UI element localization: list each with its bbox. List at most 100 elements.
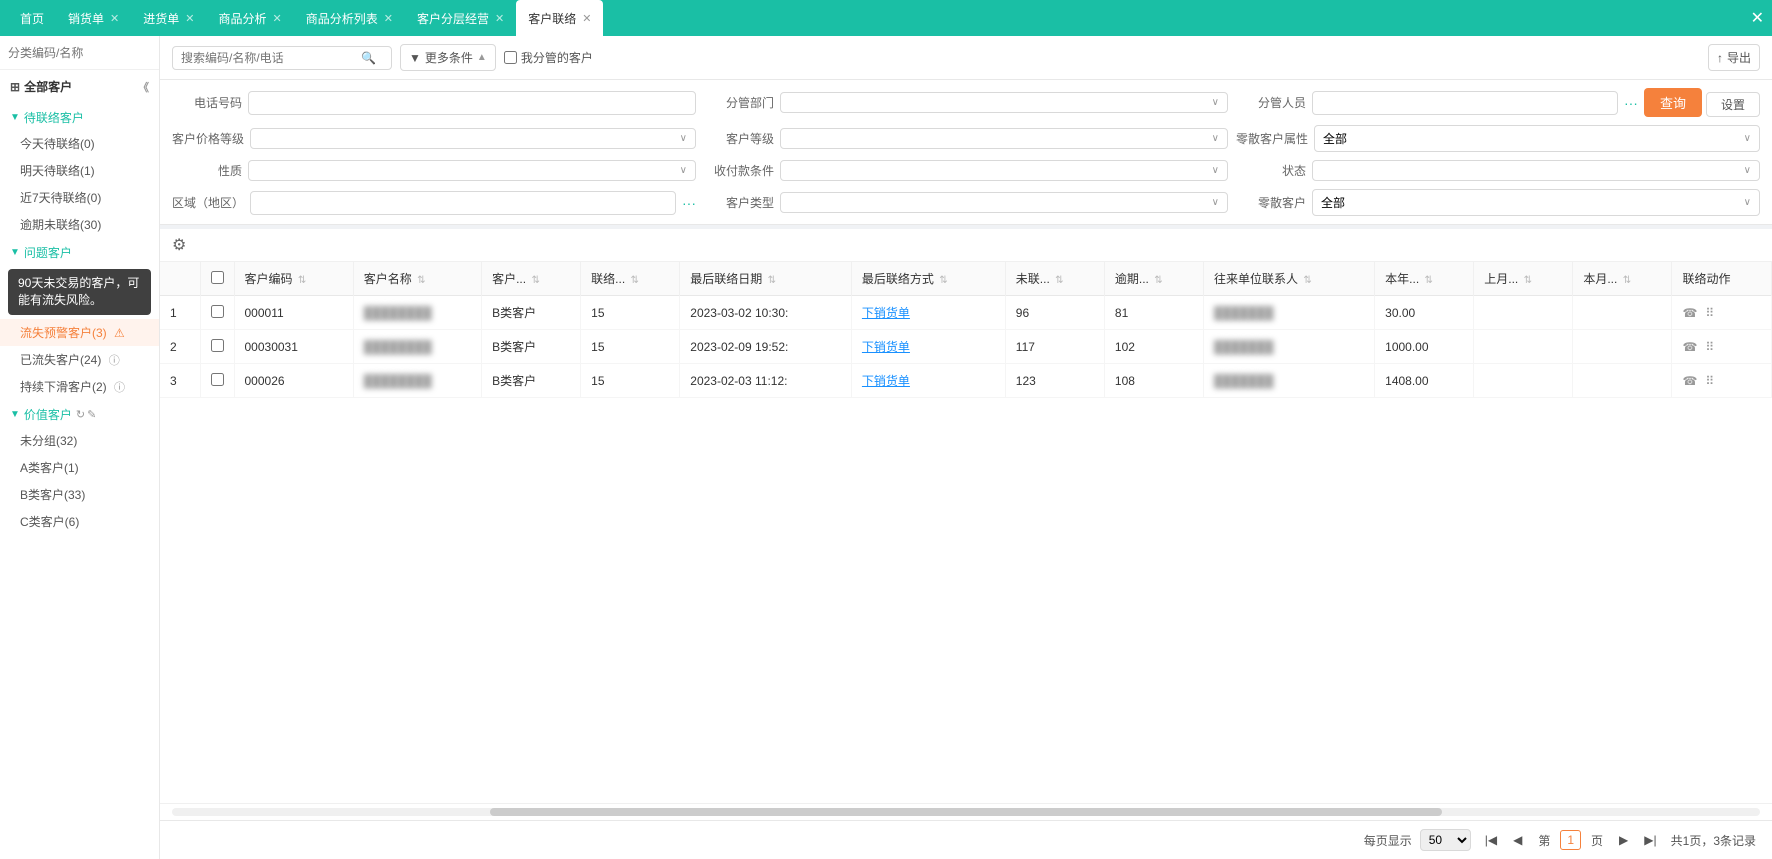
row-checkbox[interactable]: [211, 339, 224, 352]
sort-icon10[interactable]: ⇅: [1425, 275, 1433, 286]
cell-last-method[interactable]: 下销货单: [851, 330, 1005, 364]
select-all-checkbox[interactable]: [211, 271, 224, 284]
tab-customer-contact[interactable]: 客户联络 ✕: [516, 0, 603, 36]
sidebar-item-declining[interactable]: 持续下滑客户(2) ⓘ: [0, 373, 159, 400]
contact-icon[interactable]: ☎: [1682, 306, 1697, 320]
horizontal-scrollbar[interactable]: [160, 803, 1772, 820]
prev-page-btn[interactable]: ◀: [1507, 831, 1528, 849]
filter-phone-label: 电话号码: [172, 94, 242, 111]
my-customers-check-input[interactable]: [504, 51, 517, 64]
col-type: 客户... ⇅: [482, 262, 581, 296]
sort-icon12[interactable]: ⇅: [1623, 275, 1631, 286]
cell-checkbox[interactable]: [200, 364, 234, 398]
cell-last-method[interactable]: 下销货单: [851, 296, 1005, 330]
filter-customer-grade-select[interactable]: ∨: [780, 128, 1228, 149]
last-page-btn[interactable]: ▶|: [1638, 831, 1662, 849]
next-page-btn[interactable]: ▶: [1613, 831, 1634, 849]
sort-icon2[interactable]: ⇅: [417, 275, 425, 286]
more-action-icon[interactable]: ⠿: [1705, 340, 1714, 354]
filter-nature: 性质 ∨: [172, 160, 696, 181]
row-checkbox[interactable]: [211, 305, 224, 318]
cell-checkbox[interactable]: [200, 296, 234, 330]
filter-manager-more[interactable]: ···: [1624, 95, 1638, 111]
per-page-select[interactable]: 50 100 200: [1420, 829, 1471, 851]
filter-manager-input[interactable]: [1312, 91, 1618, 115]
filter-customer-type-select[interactable]: ∨: [780, 192, 1228, 213]
search-btn-icon[interactable]: 🔍: [361, 51, 376, 65]
contact-icon[interactable]: ☎: [1682, 374, 1697, 388]
tab-sales-close[interactable]: ✕: [110, 12, 119, 25]
tab-customer-contact-close[interactable]: ✕: [582, 12, 591, 25]
cell-last-method[interactable]: 下销货单: [851, 364, 1005, 398]
sort-icon8[interactable]: ⇅: [1154, 275, 1162, 286]
sort-icon6[interactable]: ⇅: [939, 275, 947, 286]
tab-sales[interactable]: 销货单 ✕: [56, 0, 131, 36]
sidebar-all-customers[interactable]: ⊞ 全部客户 《: [0, 70, 159, 103]
sort-icon7[interactable]: ⇅: [1055, 275, 1063, 286]
tab-customer-segment[interactable]: 客户分层经营 ✕: [405, 0, 516, 36]
filter-price-grade-select[interactable]: ∨: [250, 128, 696, 149]
sidebar-item-churn-warning[interactable]: 流失预警客户(3) ⚠: [0, 319, 159, 346]
table-settings-icon[interactable]: ⚙: [172, 235, 186, 255]
tab-purchase-close[interactable]: ✕: [185, 12, 194, 25]
sidebar-item-churned[interactable]: 已流失客户(24) ⓘ: [0, 346, 159, 373]
filter-nature-select[interactable]: ∨: [248, 160, 696, 181]
filter-status-select[interactable]: ∨: [1312, 160, 1760, 181]
filter-region-more[interactable]: ···: [682, 195, 696, 211]
cell-this-month: [1573, 296, 1672, 330]
scrollbar-thumb[interactable]: [490, 808, 1443, 816]
filter-scatter-attr-select[interactable]: 全部 ∨: [1314, 125, 1760, 152]
sidebar-item-7days[interactable]: 近7天待联络(0): [0, 184, 159, 211]
sidebar-item-today[interactable]: 今天待联络(0): [0, 130, 159, 157]
tab-analysis[interactable]: 商品分析 ✕: [206, 0, 293, 36]
edit-icon[interactable]: ✎: [87, 408, 96, 421]
sidebar-group-value[interactable]: ▼ 价值客户 ↻ ✎: [0, 400, 159, 427]
more-action-icon[interactable]: ⠿: [1705, 306, 1714, 320]
more-action-icon[interactable]: ⠿: [1705, 374, 1714, 388]
settings-btn[interactable]: 设置: [1706, 92, 1760, 117]
sidebar-item-tomorrow[interactable]: 明天待联络(1): [0, 157, 159, 184]
filter-phone-input[interactable]: [248, 91, 696, 115]
page-nav: |◀ ◀ 第 1 页 ▶ ▶|: [1479, 830, 1663, 851]
tab-analysis-list[interactable]: 商品分析列表 ✕: [294, 0, 405, 36]
more-filter-btn[interactable]: ▼ 更多条件 ▲: [400, 44, 496, 71]
filter-region-input[interactable]: [250, 191, 676, 215]
sidebar-item-b-class[interactable]: B类客户(33): [0, 481, 159, 508]
sort-icon4[interactable]: ⇅: [631, 275, 639, 286]
filter-price-grade: 客户价格等级 ∨: [172, 125, 696, 152]
sidebar-item-overdue[interactable]: 逾期未联络(30): [0, 211, 159, 238]
sort-icon[interactable]: ⇅: [298, 275, 306, 286]
sidebar-search-input[interactable]: [8, 46, 160, 60]
sort-icon3[interactable]: ⇅: [531, 275, 539, 286]
my-customers-checkbox[interactable]: 我分管的客户: [504, 49, 593, 66]
sort-icon9[interactable]: ⇅: [1303, 275, 1311, 286]
row-checkbox[interactable]: [211, 373, 224, 386]
cell-action: ☎ ⠿: [1672, 364, 1772, 398]
cell-checkbox[interactable]: [200, 330, 234, 364]
tab-home[interactable]: 首页: [8, 0, 56, 36]
sidebar-item-a-class[interactable]: A类客户(1): [0, 454, 159, 481]
search-input[interactable]: [181, 51, 361, 65]
tab-analysis-list-close[interactable]: ✕: [384, 12, 393, 25]
col-checkbox[interactable]: [200, 262, 234, 296]
sidebar-group-pending[interactable]: ▼ 待联络客户: [0, 103, 159, 130]
filter-payment-select[interactable]: ∨: [780, 160, 1228, 181]
window-close-btn[interactable]: ✕: [1751, 8, 1764, 28]
tab-analysis-close[interactable]: ✕: [273, 12, 282, 25]
filter-scatter-customer-select[interactable]: 全部 ∨: [1312, 189, 1760, 216]
tab-customer-segment-close[interactable]: ✕: [495, 12, 504, 25]
contact-icon[interactable]: ☎: [1682, 340, 1697, 354]
refresh-icon[interactable]: ↻: [76, 408, 85, 421]
tab-purchase[interactable]: 进货单 ✕: [131, 0, 206, 36]
first-page-btn[interactable]: |◀: [1479, 831, 1503, 849]
cell-overdue: 81: [1104, 296, 1203, 330]
sidebar-group-problem[interactable]: ▼ 问题客户: [0, 238, 159, 265]
sort-icon11[interactable]: ⇅: [1524, 275, 1532, 286]
query-btn[interactable]: 查询: [1644, 88, 1702, 117]
filter-dept-select[interactable]: ∨: [780, 92, 1228, 113]
content-area: 🔍 ▼ 更多条件 ▲ 我分管的客户 ↑ 导出 电话号码: [160, 36, 1772, 859]
sidebar-item-ungrouped[interactable]: 未分组(32): [0, 427, 159, 454]
sidebar-item-c-class[interactable]: C类客户(6): [0, 508, 159, 535]
export-btn[interactable]: ↑ 导出: [1708, 44, 1760, 71]
sort-icon5[interactable]: ⇅: [768, 275, 776, 286]
